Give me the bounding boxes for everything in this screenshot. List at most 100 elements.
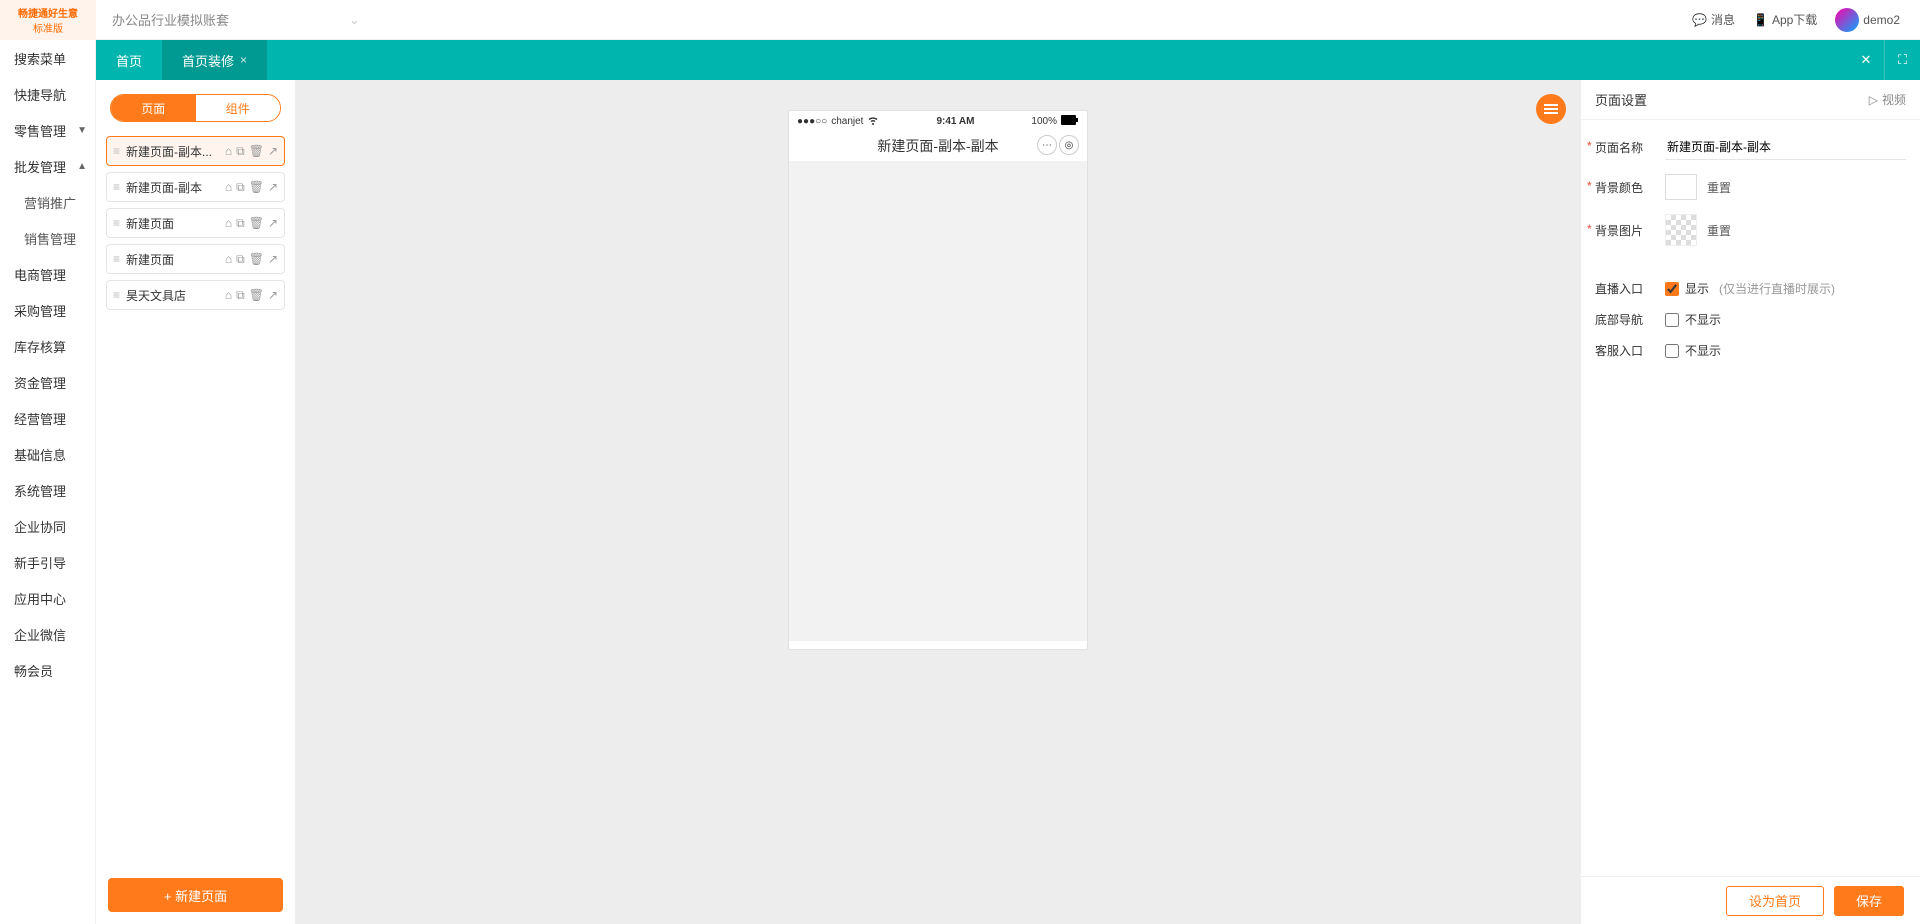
delete-icon[interactable]: 🗑 — [249, 144, 264, 159]
bg-color-reset[interactable]: 重置 — [1707, 179, 1731, 196]
caret-icon: ▼ — [77, 125, 87, 136]
app-download-link[interactable]: 📱 App下载 — [1753, 11, 1817, 28]
sidebar-item[interactable]: 批发管理▲ — [0, 148, 95, 184]
phone-body[interactable] — [789, 161, 1087, 641]
tab-expand-btn[interactable]: ⛶ — [1884, 40, 1920, 80]
copy-icon[interactable]: ⧉ — [236, 216, 245, 231]
user-menu[interactable]: demo2 — [1835, 8, 1900, 32]
page-row-name: 昊天文具店 — [126, 287, 219, 304]
bottom-nav-label: 底部导航 — [1595, 311, 1665, 328]
messages-label: 消息 — [1711, 11, 1735, 28]
page-row[interactable]: ≡新建页面-副本...⌂⧉🗑↗ — [106, 136, 285, 166]
phone-icon: 📱 — [1753, 13, 1768, 27]
home-icon[interactable]: ⌂ — [225, 252, 232, 267]
video-link[interactable]: ▷ 视频 — [1869, 91, 1906, 108]
home-icon[interactable]: ⌂ — [225, 216, 232, 231]
segment-control: 页面 组件 — [110, 94, 281, 122]
tab[interactable]: 首页 — [96, 40, 162, 80]
service-label: 客服入口 — [1595, 342, 1665, 359]
home-icon[interactable]: ⌂ — [225, 144, 232, 159]
page-name-input[interactable] — [1665, 134, 1906, 160]
carrier-label: chanjet — [831, 116, 863, 127]
sidebar-item[interactable]: 畅会员 — [0, 652, 95, 688]
sidebar-subitem[interactable]: 销售管理 — [0, 220, 95, 256]
sidebar-item[interactable]: 基础信息 — [0, 436, 95, 472]
mini-target-icon[interactable]: ◎ — [1059, 135, 1079, 155]
account-name: 办公品行业模拟账套 — [112, 10, 229, 29]
page-row[interactable]: ≡新建页面⌂⧉🗑↗ — [106, 208, 285, 238]
sidebar-item[interactable]: 企业微信 — [0, 616, 95, 652]
share-icon[interactable]: ↗ — [268, 216, 278, 231]
sidebar-item[interactable]: 系统管理 — [0, 472, 95, 508]
page-row[interactable]: ≡ 新建页面-副本 ⌂ ⧉ 🗑 ↗ — [106, 172, 285, 202]
save-button[interactable]: 保存 — [1834, 886, 1904, 916]
copy-icon[interactable]: ⧉ — [236, 252, 245, 267]
sidebar-subitem[interactable]: 营销推广 — [0, 184, 95, 220]
copy-icon[interactable]: ⧉ — [236, 288, 245, 303]
copy-icon[interactable]: ⧉ — [236, 144, 245, 159]
play-icon: ▷ — [1869, 93, 1878, 107]
page-row[interactable]: ≡新建页面⌂⧉🗑↗ — [106, 244, 285, 274]
copy-icon[interactable]: ⧉ — [236, 180, 245, 195]
delete-icon[interactable]: 🗑 — [249, 216, 264, 231]
drag-icon[interactable]: ≡ — [113, 252, 120, 266]
sidebar-item[interactable]: 库存核算 — [0, 328, 95, 364]
bg-image-picker[interactable] — [1665, 214, 1697, 246]
drag-icon[interactable]: ≡ — [113, 144, 120, 158]
page-name-label: 页面名称 — [1595, 139, 1665, 156]
battery-icon — [1061, 115, 1079, 128]
tab[interactable]: 首页装修× — [162, 40, 267, 80]
delete-icon[interactable]: 🗑 — [249, 180, 264, 195]
drag-icon[interactable]: ≡ — [113, 288, 120, 302]
avatar — [1835, 8, 1859, 32]
phone-title-bar: 新建页面-副本-副本 ⋯ ◎ — [789, 131, 1087, 161]
account-selector[interactable]: 办公品行业模拟账套 ⌄ — [112, 10, 360, 29]
canvas-menu-button[interactable] — [1536, 94, 1566, 124]
drag-icon[interactable]: ≡ — [113, 216, 120, 230]
messages-link[interactable]: 💬 消息 — [1692, 11, 1735, 28]
sidebar-item[interactable]: 快捷导航 — [0, 76, 95, 112]
sidebar-item[interactable]: 电商管理 — [0, 256, 95, 292]
battery-label: 100% — [1031, 116, 1057, 127]
main: 首页首页装修× ✕ ⛶ 页面 组件 ≡新建页面-副本...⌂⧉🗑↗≡新建页面-副… — [96, 40, 1920, 924]
sidebar-item[interactable]: 零售管理▼ — [0, 112, 95, 148]
sidebar-item[interactable]: 经营管理 — [0, 400, 95, 436]
share-icon[interactable]: ↗ — [268, 144, 278, 159]
settings-panel: 页面设置 ▷ 视频 页面名称 背景颜色 重置 — [1580, 80, 1920, 924]
delete-icon[interactable]: 🗑 — [249, 288, 264, 303]
share-icon[interactable]: ↗ — [268, 288, 278, 303]
segment-component[interactable]: 组件 — [196, 95, 281, 121]
share-icon[interactable]: ↗ — [268, 180, 278, 195]
drag-icon[interactable]: ≡ — [113, 180, 120, 194]
new-page-button[interactable]: + 新建页面 — [108, 878, 283, 912]
signal-icon: ●●●○○ — [797, 116, 827, 127]
segment-page[interactable]: 页面 — [111, 95, 196, 121]
bg-color-swatch[interactable] — [1665, 174, 1697, 200]
user-name: demo2 — [1863, 13, 1900, 27]
delete-icon[interactable]: 🗑 — [249, 252, 264, 267]
sidebar-item[interactable]: 采购管理 — [0, 292, 95, 328]
mini-more-icon[interactable]: ⋯ — [1037, 135, 1057, 155]
home-icon[interactable]: ⌂ — [225, 288, 232, 303]
bg-image-reset[interactable]: 重置 — [1707, 222, 1731, 239]
live-entry-checkbox[interactable]: 显示 (仅当进行直播时展示) — [1665, 280, 1835, 297]
share-icon[interactable]: ↗ — [268, 252, 278, 267]
message-icon: 💬 — [1692, 13, 1707, 27]
phone-status-bar: ●●●○○ chanjet 9:41 AM 100% — [789, 111, 1087, 131]
service-checkbox[interactable]: 不显示 — [1665, 342, 1721, 359]
sidebar-item[interactable]: 企业协同 — [0, 508, 95, 544]
page-row[interactable]: ≡ 昊天文具店 ⌂ ⧉ 🗑 ↗ — [106, 280, 285, 310]
top-bar: 畅捷通好生意 标准版 办公品行业模拟账套 ⌄ 💬 消息 📱 App下载 demo… — [0, 0, 1920, 40]
settings-header: 页面设置 ▷ 视频 — [1581, 80, 1920, 120]
tab-close-btn[interactable]: ✕ — [1848, 40, 1884, 80]
sidebar-item[interactable]: 搜索菜单 — [0, 40, 95, 76]
sidebar-item[interactable]: 新手引导 — [0, 544, 95, 580]
sidebar-item[interactable]: 应用中心 — [0, 580, 95, 616]
sidebar-item[interactable]: 资金管理 — [0, 364, 95, 400]
page-row-name: 新建页面-副本 — [126, 179, 219, 196]
home-icon[interactable]: ⌂ — [225, 180, 232, 195]
bottom-nav-checkbox[interactable]: 不显示 — [1665, 311, 1721, 328]
settings-title: 页面设置 — [1595, 90, 1647, 109]
set-home-button[interactable]: 设为首页 — [1726, 886, 1824, 916]
close-icon[interactable]: × — [240, 53, 247, 67]
